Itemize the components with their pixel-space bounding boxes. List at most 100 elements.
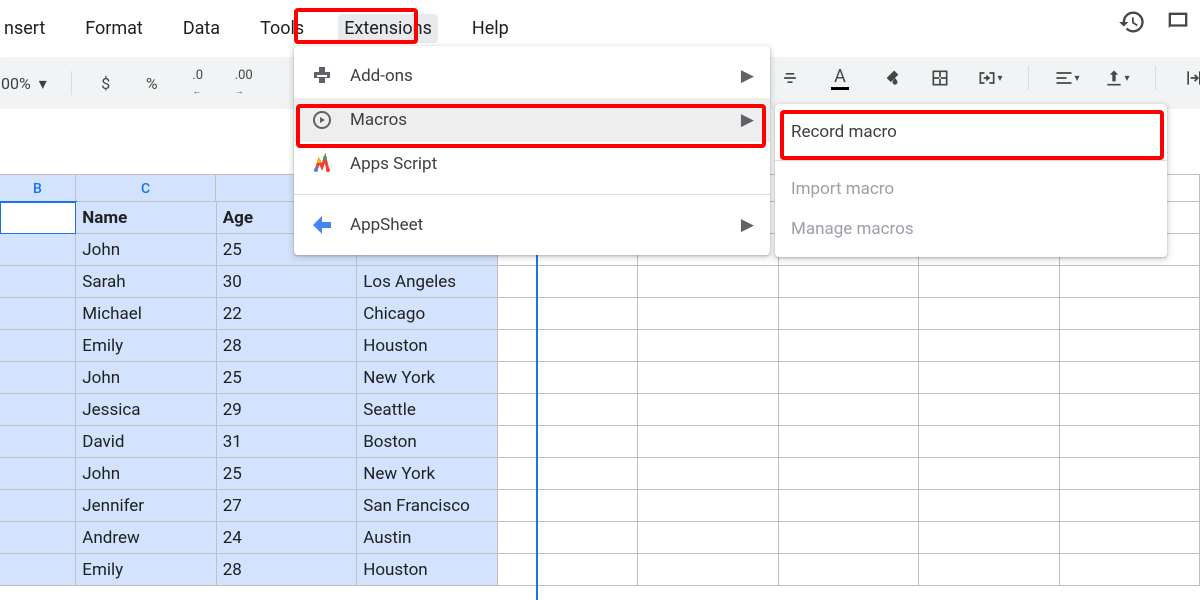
cell[interactable] xyxy=(919,458,1059,490)
cell[interactable]: 28 xyxy=(217,554,357,586)
cell[interactable]: 27 xyxy=(217,490,357,522)
cell[interactable]: Austin xyxy=(357,522,497,554)
cell[interactable] xyxy=(779,458,919,490)
cell[interactable] xyxy=(638,394,778,426)
import-macro[interactable]: Import macro xyxy=(775,169,1167,209)
cell[interactable] xyxy=(0,362,76,394)
cell[interactable] xyxy=(779,298,919,330)
cell[interactable] xyxy=(919,490,1059,522)
cell[interactable] xyxy=(1060,426,1200,458)
cell[interactable] xyxy=(779,554,919,586)
cell[interactable] xyxy=(1060,362,1200,394)
cell[interactable] xyxy=(1060,458,1200,490)
menu-extensions[interactable]: Extensions xyxy=(338,14,438,43)
cell[interactable] xyxy=(919,426,1059,458)
cell[interactable] xyxy=(498,330,638,362)
cell[interactable]: New York xyxy=(357,362,497,394)
increase-decimal-button[interactable]: .00→ xyxy=(226,65,262,101)
currency-button[interactable]: $ xyxy=(88,65,124,101)
cell[interactable] xyxy=(0,522,76,554)
cell[interactable] xyxy=(1060,522,1200,554)
cell[interactable] xyxy=(638,426,778,458)
cell[interactable]: Seattle xyxy=(357,394,497,426)
cell[interactable]: Houston xyxy=(357,554,497,586)
cell[interactable]: Los Angeles xyxy=(357,266,497,298)
cell[interactable]: 28 xyxy=(217,330,357,362)
cell[interactable] xyxy=(498,522,638,554)
cell[interactable]: Houston xyxy=(357,330,497,362)
cell[interactable]: Jessica xyxy=(76,394,216,426)
menu-appsheet[interactable]: AppSheet ▶ xyxy=(294,203,770,247)
cell[interactable] xyxy=(638,330,778,362)
fill-color-button[interactable] xyxy=(872,60,908,96)
cell[interactable]: John xyxy=(76,458,216,490)
cell[interactable] xyxy=(1060,554,1200,586)
cell[interactable] xyxy=(779,522,919,554)
cell[interactable] xyxy=(1060,394,1200,426)
zoom-select[interactable]: 100% ▾ xyxy=(0,70,55,97)
cell-name-header[interactable]: Name xyxy=(76,202,216,234)
cell[interactable]: Sarah xyxy=(76,266,216,298)
wrap-button[interactable] xyxy=(1176,60,1200,96)
cell[interactable]: 29 xyxy=(217,394,357,426)
cell[interactable]: Emily xyxy=(76,554,216,586)
cell[interactable] xyxy=(1060,298,1200,330)
cell[interactable]: 25 xyxy=(217,362,357,394)
cell[interactable] xyxy=(498,458,638,490)
cell[interactable]: 24 xyxy=(217,522,357,554)
cell[interactable] xyxy=(0,394,76,426)
menu-insert[interactable]: nsert xyxy=(0,14,51,43)
cell[interactable] xyxy=(779,490,919,522)
cell[interactable] xyxy=(638,298,778,330)
cell[interactable] xyxy=(779,426,919,458)
cell[interactable] xyxy=(638,458,778,490)
cell[interactable] xyxy=(638,266,778,298)
cell[interactable] xyxy=(779,266,919,298)
cell[interactable]: Michael xyxy=(76,298,216,330)
col-header-c[interactable]: C xyxy=(76,174,217,202)
align-button[interactable]: ▾ xyxy=(1049,60,1085,96)
cell[interactable] xyxy=(0,298,76,330)
menu-apps-script[interactable]: Apps Script xyxy=(294,142,770,186)
borders-button[interactable] xyxy=(922,60,958,96)
cell[interactable]: David xyxy=(76,426,216,458)
cell[interactable] xyxy=(0,554,76,586)
cell[interactable] xyxy=(498,266,638,298)
record-macro[interactable]: Record macro xyxy=(775,112,1167,152)
menu-format[interactable]: Format xyxy=(79,14,149,43)
cell[interactable] xyxy=(498,298,638,330)
cell[interactable] xyxy=(919,330,1059,362)
cell[interactable] xyxy=(638,554,778,586)
cell[interactable]: Boston xyxy=(357,426,497,458)
cell[interactable] xyxy=(498,426,638,458)
cell[interactable] xyxy=(779,394,919,426)
cell[interactable] xyxy=(498,394,638,426)
cell[interactable]: 22 xyxy=(217,298,357,330)
cell[interactable]: New York xyxy=(357,458,497,490)
menu-help[interactable]: Help xyxy=(466,14,515,43)
cell[interactable] xyxy=(1060,490,1200,522)
cell[interactable]: John xyxy=(76,234,216,266)
cell[interactable] xyxy=(0,234,76,266)
cell[interactable] xyxy=(779,330,919,362)
menu-data[interactable]: Data xyxy=(177,14,226,43)
cell[interactable] xyxy=(638,490,778,522)
cell[interactable] xyxy=(919,266,1059,298)
cell[interactable] xyxy=(0,458,76,490)
cell[interactable]: 30 xyxy=(217,266,357,298)
cell[interactable]: 25 xyxy=(217,458,357,490)
menu-tools[interactable]: Tools xyxy=(254,14,310,43)
decrease-decimal-button[interactable]: .0← xyxy=(180,65,216,101)
cell[interactable] xyxy=(498,362,638,394)
text-color-button[interactable]: A xyxy=(822,60,858,96)
cell[interactable] xyxy=(919,554,1059,586)
comments-icon[interactable] xyxy=(1164,8,1192,40)
cell[interactable] xyxy=(0,426,76,458)
col-header-b[interactable]: B xyxy=(0,174,76,202)
cell[interactable] xyxy=(0,490,76,522)
cell[interactable] xyxy=(0,266,76,298)
menu-macros[interactable]: Macros ▶ xyxy=(294,98,770,142)
menu-addons[interactable]: Add-ons ▶ xyxy=(294,54,770,98)
history-icon[interactable] xyxy=(1118,8,1146,40)
cell[interactable]: Chicago xyxy=(357,298,497,330)
